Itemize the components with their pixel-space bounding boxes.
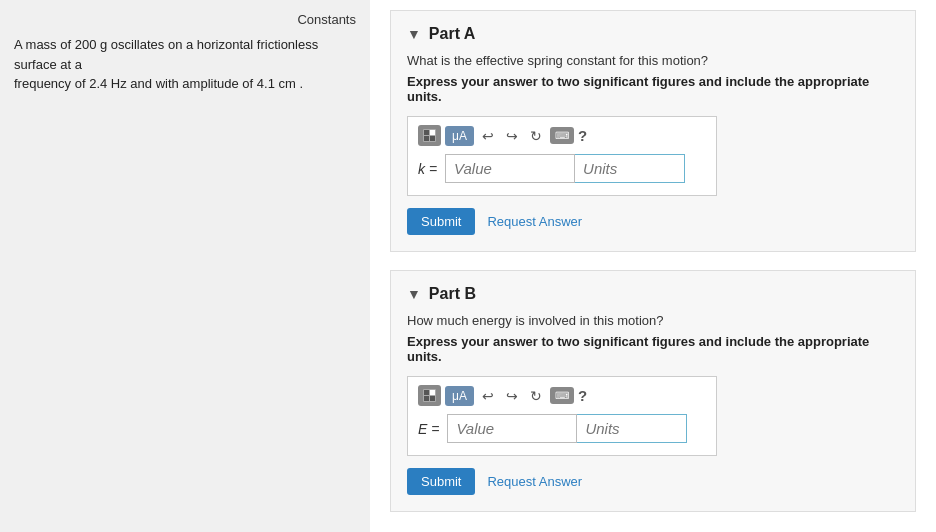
part-b-keyboard-button[interactable]: ⌨ [550, 387, 574, 404]
part-a-request-answer-link[interactable]: Request Answer [487, 214, 582, 229]
part-b-input-row: E = [418, 414, 706, 443]
part-a-units-input[interactable] [575, 154, 685, 183]
problem-text-3: . [299, 76, 303, 91]
part-b-mu-button[interactable]: μΑ [445, 386, 474, 406]
part-a-submit-button[interactable]: Submit [407, 208, 475, 235]
part-a-redo-icon[interactable]: ↪ [502, 126, 522, 146]
part-b-title: Part B [429, 285, 476, 303]
part-a-value-input[interactable] [445, 154, 575, 183]
part-b-help-button[interactable]: ? [578, 387, 587, 404]
part-b-request-answer-link[interactable]: Request Answer [487, 474, 582, 489]
right-panel: ▼ Part A What is the effective spring co… [370, 0, 936, 532]
part-b-refresh-icon[interactable]: ↻ [526, 386, 546, 406]
part-a-action-row: Submit Request Answer [407, 208, 899, 235]
problem-text-2: frequency of 2.4 Hz and with amplitude o… [14, 76, 275, 91]
part-b-redo-icon[interactable]: ↪ [502, 386, 522, 406]
part-b-question: How much energy is involved in this moti… [407, 313, 899, 328]
part-b-action-row: Submit Request Answer [407, 468, 899, 495]
left-panel: Constants A mass of 200 g oscillates on … [0, 0, 370, 532]
part-a-section: ▼ Part A What is the effective spring co… [390, 10, 916, 252]
part-b-value-input[interactable] [447, 414, 577, 443]
part-a-refresh-icon[interactable]: ↻ [526, 126, 546, 146]
part-a-undo-icon[interactable]: ↩ [478, 126, 498, 146]
part-a-answer-box: μΑ ↩ ↪ ↻ ⌨ ? k = [407, 116, 717, 196]
part-b-header: ▼ Part B [407, 285, 899, 303]
part-b-units-input[interactable] [577, 414, 687, 443]
part-a-keyboard-button[interactable]: ⌨ [550, 127, 574, 144]
part-a-help-button[interactable]: ? [578, 127, 587, 144]
part-a-mu-button[interactable]: μΑ [445, 126, 474, 146]
part-a-grid-button[interactable] [418, 125, 441, 146]
part-a-collapse-arrow[interactable]: ▼ [407, 26, 421, 42]
part-b-instruction: Express your answer to two significant f… [407, 334, 899, 364]
problem-statement: A mass of 200 g oscillates on a horizont… [14, 35, 356, 94]
part-a-instruction: Express your answer to two significant f… [407, 74, 899, 104]
part-b-undo-icon[interactable]: ↩ [478, 386, 498, 406]
part-b-answer-box: μΑ ↩ ↪ ↻ ⌨ ? E = [407, 376, 717, 456]
part-a-input-row: k = [418, 154, 706, 183]
part-a-var-label: k = [418, 161, 437, 177]
part-b-var-label: E = [418, 421, 439, 437]
part-b-toolbar: μΑ ↩ ↪ ↻ ⌨ ? [418, 385, 706, 406]
part-b-submit-button[interactable]: Submit [407, 468, 475, 495]
part-a-header: ▼ Part A [407, 25, 899, 43]
unit-cm-text: cm [279, 76, 296, 91]
constants-label: Constants [14, 12, 356, 27]
problem-text-1: A mass of 200 g oscillates on a horizont… [14, 37, 318, 72]
part-a-toolbar: μΑ ↩ ↪ ↻ ⌨ ? [418, 125, 706, 146]
part-a-title: Part A [429, 25, 476, 43]
part-b-grid-button[interactable] [418, 385, 441, 406]
part-a-question: What is the effective spring constant fo… [407, 53, 899, 68]
part-b-collapse-arrow[interactable]: ▼ [407, 286, 421, 302]
part-b-section: ▼ Part B How much energy is involved in … [390, 270, 916, 512]
